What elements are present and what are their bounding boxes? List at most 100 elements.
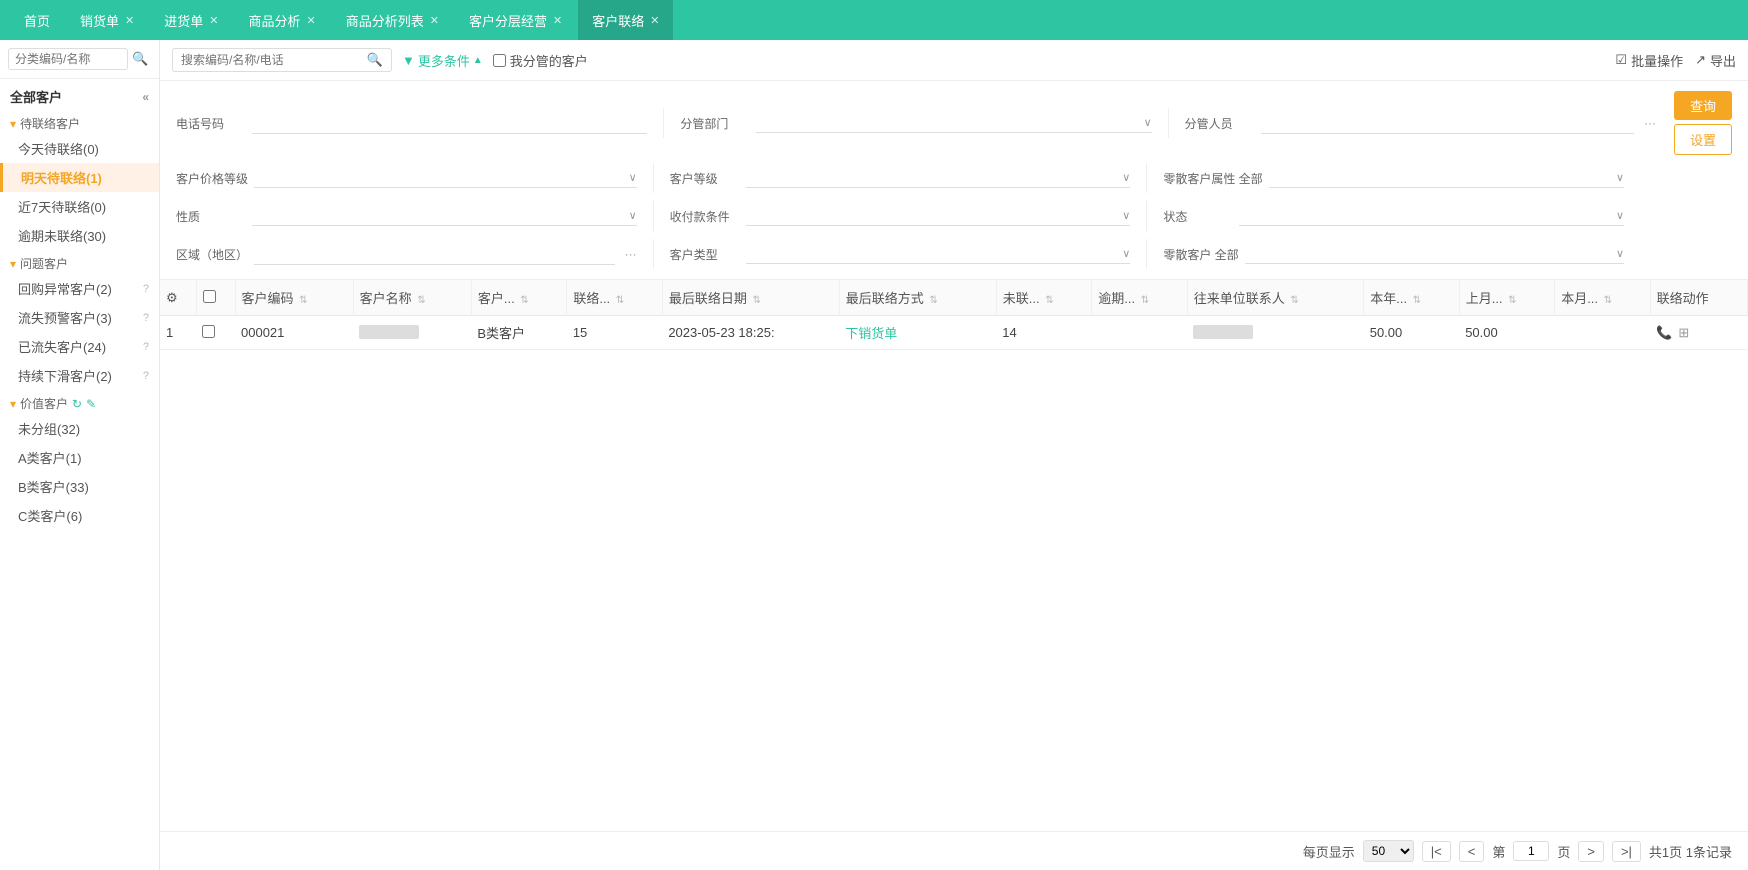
- retail-attr-select[interactable]: ∨: [1269, 168, 1624, 188]
- sidebar-item-class-a[interactable]: A类客户(1): [0, 443, 159, 472]
- sidebar-item-ungrouped[interactable]: 未分组(32): [0, 414, 159, 443]
- customer-level-select[interactable]: ∨: [746, 168, 1131, 188]
- phone-action-icon[interactable]: 📞: [1656, 325, 1672, 341]
- sidebar-item-abnormal-repurchase[interactable]: 回购异常客户(2) ?: [0, 274, 159, 303]
- help-icon[interactable]: ?: [143, 312, 149, 324]
- collapse-icon[interactable]: «: [142, 90, 149, 104]
- col-last-month[interactable]: 上月... ⇅: [1459, 280, 1554, 316]
- price-level-select[interactable]: ∨: [254, 168, 637, 188]
- more-filter-button[interactable]: ▼ 更多条件 ▲: [402, 51, 483, 70]
- row-last-contact-date: 2023-05-23 18:25:: [662, 316, 839, 350]
- nav-customer-contact[interactable]: 客户联络 ✕: [578, 0, 673, 40]
- manager-dots-icon[interactable]: ···: [1644, 116, 1656, 130]
- close-product-analysis-list-icon[interactable]: ✕: [430, 14, 439, 27]
- value-customers-refresh-icon[interactable]: ↻: [72, 397, 82, 411]
- customer-type-label: 客户类型: [670, 246, 740, 263]
- prev-page-button[interactable]: <: [1459, 841, 1485, 862]
- col-last-contact-date[interactable]: 最后联络日期 ⇅: [662, 280, 839, 316]
- manager-input[interactable]: [1261, 113, 1634, 134]
- sidebar-item-today-contact[interactable]: 今天待联络(0): [0, 134, 159, 163]
- nav-home[interactable]: 首页: [10, 0, 64, 40]
- settings-button[interactable]: 设置: [1674, 124, 1732, 155]
- sidebar-item-churned[interactable]: 已流失客户(24) ?: [0, 332, 159, 361]
- help-icon[interactable]: ?: [143, 341, 149, 353]
- col-customer-name[interactable]: 客户名称 ⇅: [353, 280, 471, 316]
- col-contact-count[interactable]: 联络... ⇅: [567, 280, 662, 316]
- row-last-contact-method[interactable]: 下销货单: [839, 316, 996, 350]
- col-overdue[interactable]: 逾期... ⇅: [1092, 280, 1187, 316]
- sidebar-item-class-c[interactable]: C类客户(6): [0, 501, 159, 530]
- nav-sales-order[interactable]: 销货单 ✕: [66, 0, 148, 40]
- region-input[interactable]: [254, 244, 615, 265]
- batch-operation-button[interactable]: ☑ 批量操作: [1615, 51, 1683, 70]
- nav-product-analysis[interactable]: 商品分析 ✕: [234, 0, 329, 40]
- row-select-checkbox[interactable]: [202, 325, 215, 338]
- dept-select[interactable]: ∨: [756, 113, 1151, 133]
- close-customer-segmentation-icon[interactable]: ✕: [553, 14, 562, 27]
- sort-icon: ⇅: [520, 295, 528, 306]
- col-checkbox[interactable]: [196, 280, 235, 316]
- help-icon[interactable]: ?: [143, 283, 149, 295]
- status-select[interactable]: ∨: [1239, 206, 1624, 226]
- select-all-checkbox[interactable]: [203, 290, 216, 303]
- payment-terms-select[interactable]: ∨: [746, 206, 1131, 226]
- col-customer-code[interactable]: 客户编码 ⇅: [235, 280, 353, 316]
- table-row: 1 000021 B类客户 15 2023-05-23 18:25: 下销货单 …: [160, 316, 1748, 350]
- value-customers-edit-icon[interactable]: ✎: [86, 397, 96, 411]
- nature-label: 性质: [176, 208, 246, 225]
- row-action: 📞 ⊞: [1650, 316, 1747, 350]
- col-customer-type[interactable]: 客户... ⇅: [471, 280, 566, 316]
- col-last-contact-method[interactable]: 最后联络方式 ⇅: [839, 280, 996, 316]
- query-button[interactable]: 查询: [1674, 91, 1732, 120]
- page-label: 第: [1492, 842, 1505, 861]
- sidebar-item-class-b[interactable]: B类客户(33): [0, 472, 159, 501]
- col-this-month[interactable]: 本月... ⇅: [1555, 280, 1650, 316]
- sidebar-item-7days-contact[interactable]: 近7天待联络(0): [0, 192, 159, 221]
- sidebar-item-overdue-contact[interactable]: 逾期未联络(30): [0, 221, 159, 250]
- my-customers-checkbox-label[interactable]: 我分管的客户: [493, 51, 588, 70]
- col-uncontact-days[interactable]: 未联... ⇅: [996, 280, 1091, 316]
- page-number-input[interactable]: [1513, 841, 1549, 861]
- export-button[interactable]: ↗ 导出: [1695, 51, 1736, 70]
- chevron-down-icon: ∨: [1122, 247, 1130, 260]
- sidebar-search-icon[interactable]: 🔍: [132, 51, 148, 67]
- customer-type-select[interactable]: ∨: [746, 244, 1131, 264]
- search-input[interactable]: [181, 53, 367, 67]
- close-product-analysis-icon[interactable]: ✕: [307, 14, 316, 27]
- row-uncontact-days: 14: [996, 316, 1091, 350]
- filter-retail-customer: 零散客户 全部 ∨: [1163, 244, 1624, 264]
- customer-level-label: 客户等级: [670, 170, 740, 187]
- col-this-year[interactable]: 本年... ⇅: [1364, 280, 1459, 316]
- sidebar-item-churn-warning[interactable]: 流失预警客户(3) ?: [0, 303, 159, 332]
- search-icon[interactable]: 🔍: [367, 52, 383, 68]
- all-customers-header[interactable]: 全部客户 «: [0, 79, 159, 110]
- phone-input[interactable]: [252, 113, 647, 134]
- help-icon[interactable]: ?: [143, 370, 149, 382]
- region-dots-icon[interactable]: ···: [625, 247, 637, 261]
- filter-payment-terms: 收付款条件 ∨: [670, 206, 1131, 226]
- retail-customer-select[interactable]: ∨: [1245, 244, 1624, 264]
- filter-row-4: 区域（地区） ··· 客户类型 ∨ 零散客户 全部: [176, 239, 1732, 269]
- sort-icon: ⇅: [1604, 295, 1612, 306]
- col-contact-person[interactable]: 往来单位联系人 ⇅: [1187, 280, 1364, 316]
- sidebar-item-declining[interactable]: 持续下滑客户(2) ?: [0, 361, 159, 390]
- close-sales-order-icon[interactable]: ✕: [125, 14, 134, 27]
- first-page-button[interactable]: |<: [1422, 841, 1451, 862]
- row-customer-type: B类客户: [471, 316, 566, 350]
- nav-customer-segmentation[interactable]: 客户分层经营 ✕: [455, 0, 576, 40]
- sidebar-item-tomorrow-contact[interactable]: 明天待联络(1): [0, 163, 159, 192]
- last-page-button[interactable]: >|: [1612, 841, 1641, 862]
- nature-select[interactable]: ∨: [252, 206, 637, 226]
- sidebar-search-input[interactable]: [8, 48, 128, 70]
- col-settings[interactable]: ⚙: [160, 280, 196, 316]
- close-purchase-order-icon[interactable]: ✕: [209, 14, 218, 27]
- nav-purchase-order[interactable]: 进货单 ✕: [150, 0, 232, 40]
- grid-action-icon[interactable]: ⊞: [1678, 325, 1689, 341]
- per-page-select[interactable]: 50 100 200: [1363, 840, 1414, 862]
- chevron-down-icon: ∨: [1144, 116, 1152, 129]
- my-customers-checkbox[interactable]: [493, 54, 506, 67]
- next-page-button[interactable]: >: [1578, 841, 1604, 862]
- row-checkbox[interactable]: [196, 316, 235, 350]
- close-customer-contact-icon[interactable]: ✕: [650, 14, 659, 27]
- nav-product-analysis-list[interactable]: 商品分析列表 ✕: [332, 0, 453, 40]
